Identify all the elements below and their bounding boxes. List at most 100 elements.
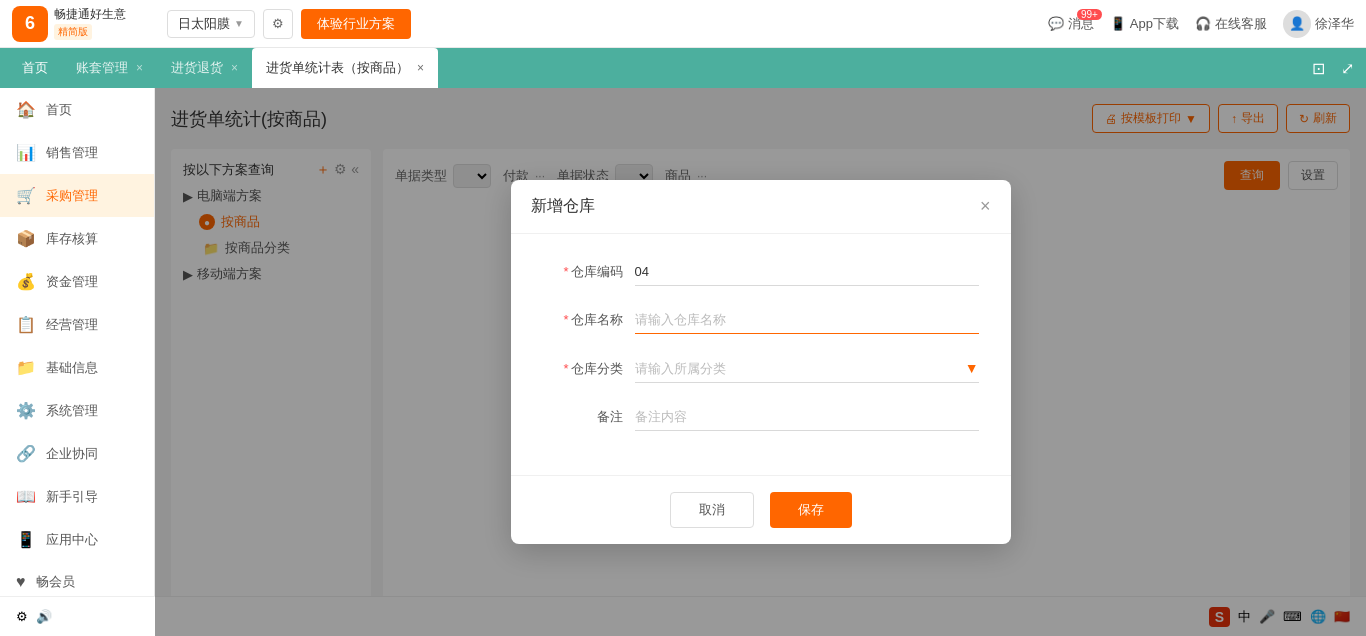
- message-badge: 99+: [1077, 9, 1102, 20]
- sidebar-enterprise-label: 企业协同: [46, 445, 98, 463]
- app-download-button[interactable]: 📱 App下载: [1110, 15, 1179, 33]
- appcenter-icon: 📱: [16, 530, 36, 549]
- search-dropdown[interactable]: 日太阳膜 ▼: [167, 10, 255, 38]
- sidebar-item-appcenter[interactable]: 📱 应用中心: [0, 518, 154, 561]
- headset-icon: 🎧: [1195, 16, 1211, 31]
- tab-maximize-icon[interactable]: ⤢: [1337, 55, 1358, 82]
- main-layout: 🏠 首页 📊 销售管理 🛒 采购管理 📦 库存核算 💰 资金管理 📋 经营管理 …: [0, 88, 1366, 636]
- category-dropdown-icon[interactable]: ▼: [965, 360, 979, 376]
- sidebar-item-operations[interactable]: 📋 经营管理: [0, 303, 154, 346]
- message-icon: 💬: [1048, 16, 1064, 31]
- tab-restore-icon[interactable]: ⊡: [1308, 55, 1329, 82]
- sidebar-home-label: 首页: [46, 101, 72, 119]
- sidebar-sales-label: 销售管理: [46, 144, 98, 162]
- modal-overlay: 新增仓库 × 仓库编码 仓库名称 仓库分类: [155, 88, 1366, 636]
- tab-home[interactable]: 首页: [8, 48, 62, 88]
- nav-search: 日太阳膜 ▼ ⚙ 体验行业方案: [167, 9, 1048, 39]
- guide-icon: 📖: [16, 487, 36, 506]
- sidebar-inventory-label: 库存核算: [46, 230, 98, 248]
- search-arrow-icon: ▼: [234, 18, 244, 29]
- sidebar-item-enterprise[interactable]: 🔗 企业协同: [0, 432, 154, 475]
- tab-bar-right: ⊡ ⤢: [1308, 55, 1358, 82]
- sidebar-item-inventory[interactable]: 📦 库存核算: [0, 217, 154, 260]
- dialog-footer: 取消 保存: [511, 475, 1011, 544]
- save-button[interactable]: 保存: [770, 492, 852, 528]
- operations-icon: 📋: [16, 315, 36, 334]
- system-icon: ⚙️: [16, 401, 36, 420]
- dialog-new-warehouse: 新增仓库 × 仓库编码 仓库名称 仓库分类: [511, 180, 1011, 544]
- online-service-label: 在线客服: [1215, 15, 1267, 33]
- tab-bar: 首页 账套管理 × 进货退货 × 进货单统计表（按商品） × ⊡ ⤢: [0, 48, 1366, 88]
- app-icon: 📱: [1110, 16, 1126, 31]
- sidebar-finance-label: 资金管理: [46, 273, 98, 291]
- sidebar-item-basics[interactable]: 📁 基础信息: [0, 346, 154, 389]
- messages-button[interactable]: 💬 消息 99+: [1048, 15, 1094, 33]
- sidebar-operations-label: 经营管理: [46, 316, 98, 334]
- sidebar-guide-label: 新手引导: [46, 488, 98, 506]
- dialog-header: 新增仓库 ×: [511, 180, 1011, 234]
- sidebar-item-finance[interactable]: 💰 资金管理: [0, 260, 154, 303]
- form-row-code: 仓库编码: [543, 258, 979, 286]
- search-text: 日太阳膜: [178, 15, 230, 33]
- enterprise-icon: 🔗: [16, 444, 36, 463]
- app-download-label: App下载: [1130, 15, 1179, 33]
- sidebar-member-label: 畅会员: [36, 573, 75, 591]
- user-button[interactable]: 👤 徐泽华: [1283, 10, 1354, 38]
- dialog-title: 新增仓库: [531, 196, 595, 217]
- form-row-remark: 备注: [543, 403, 979, 431]
- logo-text: 畅捷通好生意: [54, 7, 126, 23]
- name-label: 仓库名称: [543, 311, 623, 329]
- online-service-button[interactable]: 🎧 在线客服: [1195, 15, 1267, 33]
- tab-statistics-label: 进货单统计表（按商品）: [266, 59, 409, 77]
- username-label: 徐泽华: [1315, 15, 1354, 33]
- remark-input[interactable]: [635, 403, 979, 431]
- content-area: 进货单统计(按商品) 🖨 按模板打印 ▼ ↑ 导出 ↻ 刷新: [155, 88, 1366, 636]
- bottom-left: ⚙ 🔊: [16, 609, 52, 624]
- logo-area: 6 畅捷通好生意 精简版: [12, 6, 167, 42]
- top-nav: 6 畅捷通好生意 精简版 日太阳膜 ▼ ⚙ 体验行业方案 💬 消息 99+ 📱 …: [0, 0, 1366, 48]
- purchase-icon: 🛒: [16, 186, 36, 205]
- tab-returns-label: 进货退货: [171, 59, 223, 77]
- member-icon: ♥: [16, 573, 26, 591]
- sidebar-purchase-label: 采购管理: [46, 187, 98, 205]
- settings-icon[interactable]: ⚙: [16, 609, 28, 624]
- tab-returns-close-icon[interactable]: ×: [231, 61, 238, 75]
- sidebar: 🏠 首页 📊 销售管理 🛒 采购管理 📦 库存核算 💰 资金管理 📋 经营管理 …: [0, 88, 155, 636]
- category-input[interactable]: [635, 361, 965, 376]
- sidebar-basics-label: 基础信息: [46, 359, 98, 377]
- tab-statistics-close-icon[interactable]: ×: [417, 61, 424, 75]
- code-input[interactable]: [635, 258, 979, 286]
- finance-icon: 💰: [16, 272, 36, 291]
- sales-icon: 📊: [16, 143, 36, 162]
- dialog-body: 仓库编码 仓库名称 仓库分类 ▼: [511, 234, 1011, 475]
- code-label: 仓库编码: [543, 263, 623, 281]
- cancel-button[interactable]: 取消: [670, 492, 754, 528]
- trial-button[interactable]: 体验行业方案: [301, 9, 411, 39]
- tab-statistics[interactable]: 进货单统计表（按商品） ×: [252, 48, 438, 88]
- tab-returns[interactable]: 进货退货 ×: [157, 48, 252, 88]
- sidebar-item-home[interactable]: 🏠 首页: [0, 88, 154, 131]
- nav-right: 💬 消息 99+ 📱 App下载 🎧 在线客服 👤 徐泽华: [1048, 10, 1354, 38]
- home-icon: 🏠: [16, 100, 36, 119]
- form-row-category: 仓库分类 ▼: [543, 354, 979, 383]
- category-select-wrapper: ▼: [635, 354, 979, 383]
- remark-label: 备注: [543, 408, 623, 426]
- avatar: 👤: [1283, 10, 1311, 38]
- sidebar-item-guide[interactable]: 📖 新手引导: [0, 475, 154, 518]
- dialog-close-icon[interactable]: ×: [980, 196, 991, 217]
- tab-home-label: 首页: [22, 59, 48, 77]
- tab-accounts[interactable]: 账套管理 ×: [62, 48, 157, 88]
- logo-badge: 精简版: [54, 24, 92, 40]
- sidebar-item-system[interactable]: ⚙️ 系统管理: [0, 389, 154, 432]
- name-input[interactable]: [635, 306, 979, 334]
- tab-accounts-close-icon[interactable]: ×: [136, 61, 143, 75]
- category-label: 仓库分类: [543, 360, 623, 378]
- volume-icon[interactable]: 🔊: [36, 609, 52, 624]
- sidebar-appcenter-label: 应用中心: [46, 531, 98, 549]
- gear-button[interactable]: ⚙: [263, 9, 293, 39]
- sidebar-system-label: 系统管理: [46, 402, 98, 420]
- form-row-name: 仓库名称: [543, 306, 979, 334]
- sidebar-item-purchase[interactable]: 🛒 采购管理: [0, 174, 154, 217]
- sidebar-item-sales[interactable]: 📊 销售管理: [0, 131, 154, 174]
- inventory-icon: 📦: [16, 229, 36, 248]
